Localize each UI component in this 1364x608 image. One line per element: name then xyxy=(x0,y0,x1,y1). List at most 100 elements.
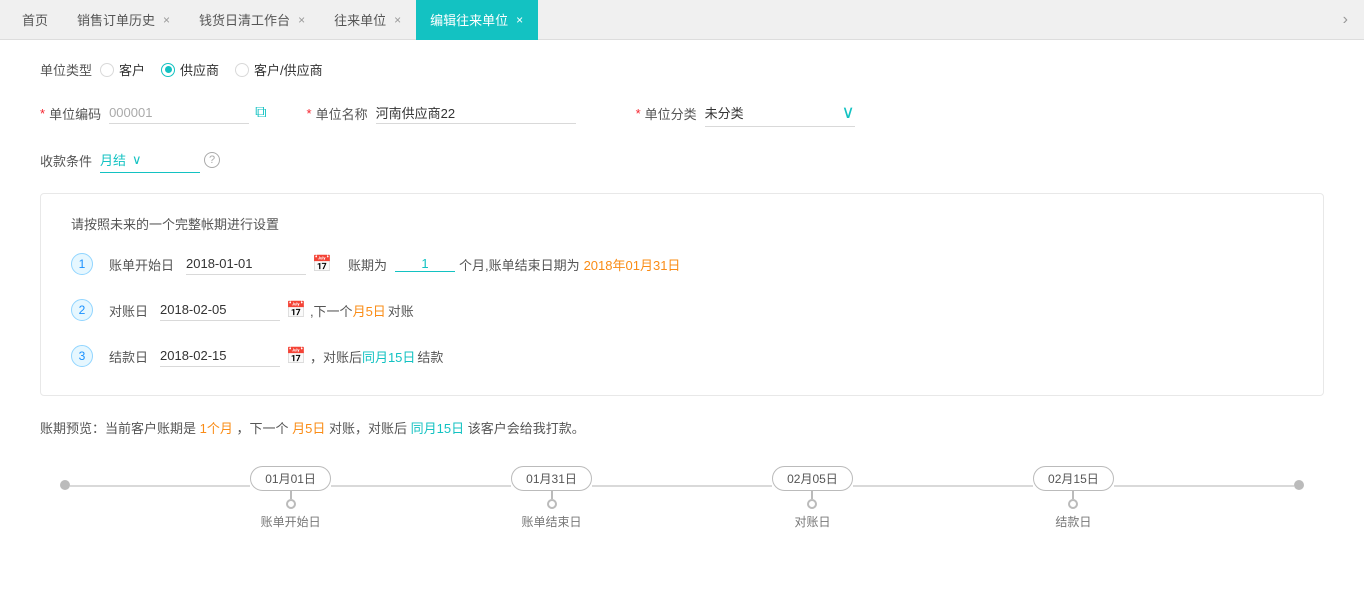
tl-stem-4 xyxy=(1072,491,1074,499)
close-icon[interactable]: × xyxy=(394,13,401,27)
required-star-name: * xyxy=(307,106,312,121)
step-1-label: 账单开始日 xyxy=(109,255,174,274)
tl-pill-1: 01月01日 xyxy=(250,466,331,491)
tabs-more-button[interactable]: › xyxy=(1335,11,1356,29)
main-content: 单位类型 客户 供应商 客户/供应商 * 单位编码 ⧉ * 单位名称 * xyxy=(0,40,1364,608)
tl-stem-2 xyxy=(551,491,553,499)
unit-cat-value: 未分类 xyxy=(705,103,744,122)
timeline-start-dot xyxy=(60,480,70,490)
timeline: 01月01日 账单开始日 01月31日 账单结束日 02月05日 对账日 02月… xyxy=(40,466,1324,530)
tl-label-2: 账单结束日 xyxy=(522,513,582,530)
step-3-highlight-day: 同月15日 xyxy=(362,347,415,366)
radio-supplier[interactable]: 供应商 xyxy=(161,60,219,79)
radio-supplier-circle[interactable] xyxy=(161,63,175,77)
step-3-desc-prefix: ，对账后 xyxy=(310,347,362,366)
radio-both[interactable]: 客户/供应商 xyxy=(235,60,323,79)
timeline-node-2: 01月31日 账单结束日 xyxy=(511,466,592,530)
tl-pill-3: 02月05日 xyxy=(772,466,853,491)
section-instruction: 请按照未来的一个完整帐期进行设置 xyxy=(71,214,1293,233)
step-1-period-input[interactable] xyxy=(395,256,455,272)
timeline-line-4 xyxy=(853,485,1033,487)
unit-name-input[interactable] xyxy=(376,102,576,124)
tab-partner-label: 往来单位 xyxy=(334,10,386,29)
payment-chevron-icon: ∨ xyxy=(132,152,142,168)
step-2-desc-prefix: ,下一个 xyxy=(310,301,353,320)
step-1-date-input[interactable] xyxy=(186,253,306,275)
step-2-highlight-day: 月5日 xyxy=(353,301,386,320)
tab-edit-label: 编辑往来单位 xyxy=(430,10,508,29)
calendar-icon[interactable]: 📅 xyxy=(312,254,332,274)
tl-dot-4 xyxy=(1068,499,1078,509)
tab-home[interactable]: 首页 xyxy=(8,0,63,40)
tab-sales-label: 销售订单历史 xyxy=(77,10,155,29)
preview-highlight3: 同月15日 xyxy=(411,421,464,436)
unit-code-field-wrap: ⧉ xyxy=(109,102,266,124)
tab-cash-work[interactable]: 钱货日清工作台 × xyxy=(185,0,320,40)
radio-customer-label: 客户 xyxy=(119,60,145,79)
tl-dot-1 xyxy=(286,499,296,509)
tl-label-3: 对账日 xyxy=(794,513,830,530)
tab-cash-label: 钱货日清工作台 xyxy=(199,10,290,29)
radio-supplier-label: 供应商 xyxy=(180,60,219,79)
unit-name-label: 单位名称 xyxy=(316,104,368,123)
timeline-node-3: 02月05日 对账日 xyxy=(772,466,853,530)
tl-stem-3 xyxy=(811,491,813,499)
tab-edit-partner[interactable]: 编辑往来单位 × xyxy=(416,0,538,40)
preview-highlight2: 月5日 xyxy=(292,421,325,436)
radio-customer[interactable]: 客户 xyxy=(100,60,145,79)
tab-sales-history[interactable]: 销售订单历史 × xyxy=(63,0,185,40)
step-3-row: 3 结款日 📅 ，对账后 同月15日 结款 xyxy=(71,345,1293,367)
timeline-line-1 xyxy=(70,485,250,487)
preview-highlight1: 1个月 xyxy=(200,421,233,436)
step-3-date-input[interactable] xyxy=(160,345,280,367)
tl-dot-3 xyxy=(807,499,817,509)
unit-code-label: 单位编码 xyxy=(49,104,101,123)
unit-type-label: 单位类型 xyxy=(40,60,92,79)
step-2-desc-suffix: 对账 xyxy=(388,301,414,320)
close-icon[interactable]: × xyxy=(298,13,305,27)
radio-both-label: 客户/供应商 xyxy=(254,60,323,79)
payment-condition-label: 收款条件 xyxy=(40,151,92,170)
close-icon[interactable]: × xyxy=(163,13,170,27)
preview-section: 账期预览：当前客户账期是 1个月 ，下一个 月5日 对账，对账后 同月15日 该… xyxy=(40,416,1324,442)
timeline-line-2 xyxy=(331,485,511,487)
tl-label-1: 账单开始日 xyxy=(261,513,321,530)
calendar-icon[interactable]: 📅 xyxy=(286,346,306,366)
step-2-num: 2 xyxy=(71,299,93,321)
step-1-highlight-date: 2018年01月31日 xyxy=(584,255,681,274)
timeline-node-1: 01月01日 账单开始日 xyxy=(250,466,331,530)
step-1-suffix-before: 账期为 xyxy=(348,255,387,274)
step-2-label: 对账日 xyxy=(109,301,148,320)
step-3-num: 3 xyxy=(71,345,93,367)
timeline-line-3 xyxy=(592,485,772,487)
unit-cat-select-wrap[interactable]: 未分类 ∨ xyxy=(705,99,855,127)
unit-code-copy-icon[interactable]: ⧉ xyxy=(255,104,266,122)
payment-condition-row: 收款条件 月结 ∨ ? xyxy=(40,147,1324,173)
unit-code-input[interactable] xyxy=(109,102,249,124)
help-icon[interactable]: ? xyxy=(204,152,220,168)
step-1-num: 1 xyxy=(71,253,93,275)
tab-home-label: 首页 xyxy=(22,10,48,29)
step-3-label: 结款日 xyxy=(109,347,148,366)
unit-cat-label: 单位分类 xyxy=(645,104,697,123)
payment-condition-value: 月结 xyxy=(100,150,126,169)
tl-dot-2 xyxy=(547,499,557,509)
chevron-down-icon: ∨ xyxy=(841,102,854,123)
close-icon[interactable]: × xyxy=(516,13,523,27)
step-2-date-wrap: 📅 xyxy=(160,299,306,321)
radio-group-unit-type: 客户 供应商 客户/供应商 xyxy=(100,60,323,79)
unit-info-row: * 单位编码 ⧉ * 单位名称 * 单位分类 未分类 ∨ xyxy=(40,99,1324,127)
unit-type-row: 单位类型 客户 供应商 客户/供应商 xyxy=(40,60,1324,79)
tl-pill-4: 02月15日 xyxy=(1033,466,1114,491)
preview-mid2: 对账，对账后 xyxy=(329,421,407,436)
preview-suffix: 该客户会给我打款。 xyxy=(468,421,585,436)
radio-customer-circle[interactable] xyxy=(100,63,114,77)
radio-both-circle[interactable] xyxy=(235,63,249,77)
tl-label-4: 结款日 xyxy=(1055,513,1091,530)
tl-pill-2: 01月31日 xyxy=(511,466,592,491)
tab-partner[interactable]: 往来单位 × xyxy=(320,0,416,40)
period-section: 请按照未来的一个完整帐期进行设置 1 账单开始日 📅 账期为 个月,账单结束日期… xyxy=(40,193,1324,396)
payment-condition-select[interactable]: 月结 ∨ xyxy=(100,147,200,173)
calendar-icon[interactable]: 📅 xyxy=(286,300,306,320)
step-2-date-input[interactable] xyxy=(160,299,280,321)
